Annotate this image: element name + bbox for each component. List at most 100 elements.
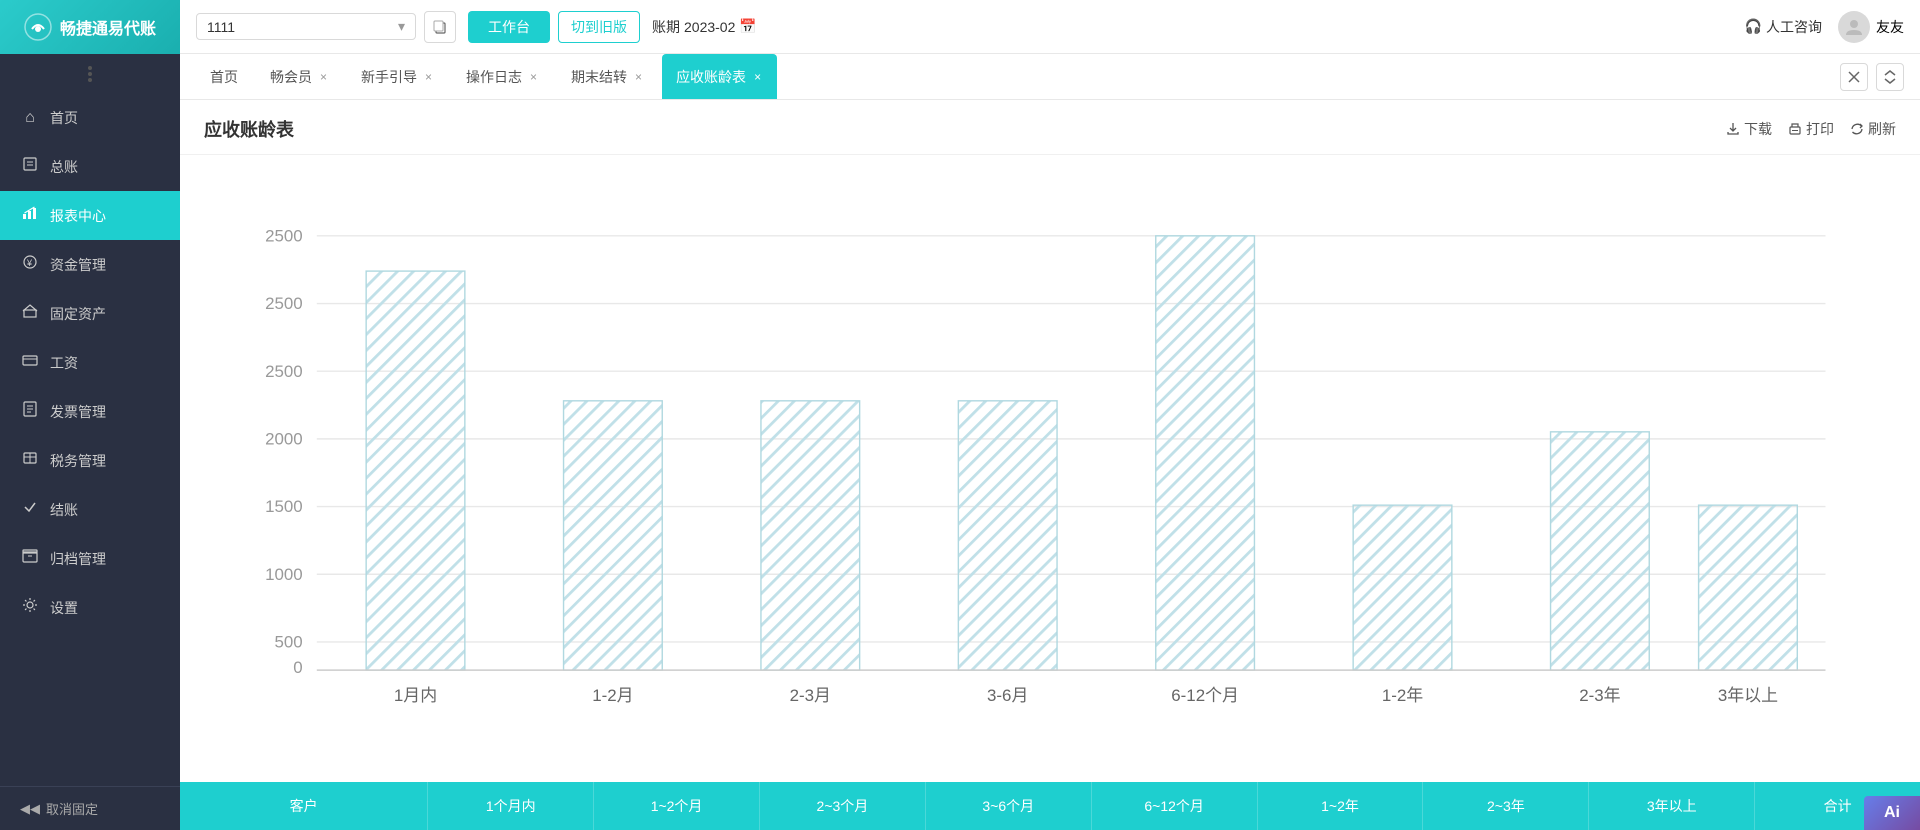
tab-aging[interactable]: 应收账龄表 ×	[662, 54, 777, 99]
sidebar-item-tax[interactable]: 税务管理	[0, 436, 180, 485]
ai-badge[interactable]: Ai	[1864, 796, 1920, 830]
sidebar-pin-toggle[interactable]: ◀◀ 取消固定	[0, 786, 180, 830]
pin-icon: ◀◀	[20, 801, 40, 817]
assets-icon	[20, 303, 40, 324]
page-actions: 下载 打印 刷新	[1726, 119, 1896, 139]
tab-close-all-button[interactable]	[1840, 63, 1868, 91]
tab-close-period-end[interactable]: ×	[633, 69, 644, 85]
svg-text:6-12个月: 6-12个月	[1171, 686, 1239, 705]
ai-label: Ai	[1884, 804, 1900, 821]
sidebar-label-tax: 税务管理	[50, 451, 106, 471]
svg-text:1500: 1500	[265, 497, 303, 516]
download-button[interactable]: 下载	[1726, 119, 1772, 139]
consult-label: 人工咨询	[1766, 17, 1822, 37]
sidebar-label-invoice: 发票管理	[50, 402, 106, 422]
sidebar-item-home[interactable]: ⌂ 首页	[0, 94, 180, 142]
copy-button[interactable]	[424, 11, 456, 43]
print-button[interactable]: 打印	[1788, 119, 1834, 139]
tab-bar: 首页 畅会员 × 新手引导 × 操作日志 × 期末结转 × 应收账龄表 ×	[180, 54, 1920, 100]
refresh-icon	[1850, 122, 1864, 136]
ledger-icon	[20, 156, 40, 177]
sidebar-label-ledger: 总账	[50, 157, 78, 177]
tab-period-end[interactable]: 期末结转 ×	[557, 54, 658, 99]
download-icon	[1726, 122, 1740, 136]
logo: 畅捷通易代账	[0, 0, 180, 54]
svg-text:1-2年: 1-2年	[1382, 686, 1423, 705]
sidebar-item-settings[interactable]: 设置	[0, 583, 180, 632]
invoice-icon	[20, 401, 40, 422]
settings-icon	[20, 597, 40, 618]
tab-close-oplog[interactable]: ×	[528, 69, 539, 85]
svg-text:2500: 2500	[265, 294, 303, 313]
tab-label-home: 首页	[210, 67, 238, 87]
copy-icon	[432, 19, 448, 35]
consult-button[interactable]: 🎧 人工咨询	[1745, 17, 1822, 37]
svg-text:2-3月: 2-3月	[790, 686, 831, 705]
user-area[interactable]: 友友	[1838, 11, 1904, 43]
sidebar-label-fund: 资金管理	[50, 255, 106, 275]
switch-version-button[interactable]: 切到旧版	[558, 11, 640, 43]
tab-close-guide[interactable]: ×	[423, 69, 434, 85]
sidebar: ⌂ 首页 总账 报表中心 ¥ 资金管理	[0, 54, 180, 830]
sidebar-item-report[interactable]: 报表中心	[0, 191, 180, 240]
col-3y-plus: 3年以上	[1589, 782, 1755, 830]
col-1m: 1个月内	[428, 782, 594, 830]
col-2-3m: 2~3个月	[760, 782, 926, 830]
logo-text: 畅捷通易代账	[60, 15, 156, 39]
calendar-icon[interactable]: 📅	[739, 18, 756, 35]
sidebar-label-settings: 设置	[50, 598, 78, 618]
tab-label-aging: 应收账龄表	[676, 67, 746, 87]
tab-bar-actions	[1840, 63, 1904, 91]
pin-label: 取消固定	[46, 799, 98, 818]
period-label: 账期	[652, 17, 680, 37]
sidebar-item-invoice[interactable]: 发票管理	[0, 387, 180, 436]
headset-icon: 🎧	[1745, 18, 1762, 35]
chart-area: 2500 2500 2500 2000 1500 1000 500 0	[180, 155, 1920, 782]
page-area: 应收账龄表 下载 打印 刷新	[180, 100, 1920, 830]
sidebar-item-ledger[interactable]: 总账	[0, 142, 180, 191]
tab-label-member: 畅会员	[270, 67, 312, 87]
col-1-2y: 1~2年	[1258, 782, 1424, 830]
tab-close-aging[interactable]: ×	[752, 69, 763, 85]
sidebar-item-archive[interactable]: 归档管理	[0, 534, 180, 583]
company-name: 1111	[207, 19, 390, 35]
sidebar-item-checkout[interactable]: 结账	[0, 485, 180, 534]
sidebar-item-fund[interactable]: ¥ 资金管理	[0, 240, 180, 289]
table-header: 客户 1个月内 1~2个月 2~3个月 3~6个月 6~12个月	[180, 782, 1920, 830]
page-title: 应收账龄表	[204, 116, 294, 142]
print-label: 打印	[1806, 119, 1834, 139]
tab-close-member[interactable]: ×	[318, 69, 329, 85]
svg-text:¥: ¥	[26, 258, 33, 268]
svg-text:1月内: 1月内	[394, 686, 437, 705]
header-right: 🎧 人工咨询 友友	[1745, 11, 1904, 43]
main-layout: ⌂ 首页 总账 报表中心 ¥ 资金管理	[0, 54, 1920, 830]
tab-expand-button[interactable]	[1876, 63, 1904, 91]
sidebar-label-archive: 归档管理	[50, 549, 106, 569]
col-2-3y: 2~3年	[1423, 782, 1589, 830]
refresh-button[interactable]: 刷新	[1850, 119, 1896, 139]
svg-text:1-2月: 1-2月	[592, 686, 633, 705]
sidebar-scroll: ⌂ 首页 总账 报表中心 ¥ 资金管理	[0, 54, 180, 786]
close-all-icon	[1847, 70, 1861, 84]
col-3-6m: 3~6个月	[926, 782, 1092, 830]
tab-guide[interactable]: 新手引导 ×	[347, 54, 448, 99]
chevron-down-icon: ▾	[398, 18, 405, 35]
svg-text:2000: 2000	[265, 430, 303, 449]
company-selector[interactable]: 1111 ▾	[196, 13, 416, 40]
workbench-button[interactable]: 工作台	[468, 11, 550, 43]
tab-oplog[interactable]: 操作日志 ×	[452, 54, 553, 99]
header-main: 1111 ▾ 工作台 切到旧版 账期 2023-02 📅	[180, 11, 1745, 43]
svg-text:1000: 1000	[265, 565, 303, 584]
svg-text:2500: 2500	[265, 226, 303, 245]
period-value: 2023-02	[684, 19, 735, 35]
sidebar-label-home: 首页	[50, 108, 78, 128]
svg-text:2500: 2500	[265, 362, 303, 381]
tab-member[interactable]: 畅会员 ×	[256, 54, 343, 99]
sidebar-item-assets[interactable]: 固定资产	[0, 289, 180, 338]
tab-home[interactable]: 首页	[196, 54, 252, 99]
col-1-2m: 1~2个月	[594, 782, 760, 830]
main-content: 首页 畅会员 × 新手引导 × 操作日志 × 期末结转 × 应收账龄表 ×	[180, 54, 1920, 830]
svg-text:3年以上: 3年以上	[1718, 686, 1778, 705]
page-header: 应收账龄表 下载 打印 刷新	[180, 100, 1920, 155]
sidebar-item-salary[interactable]: 工资	[0, 338, 180, 387]
